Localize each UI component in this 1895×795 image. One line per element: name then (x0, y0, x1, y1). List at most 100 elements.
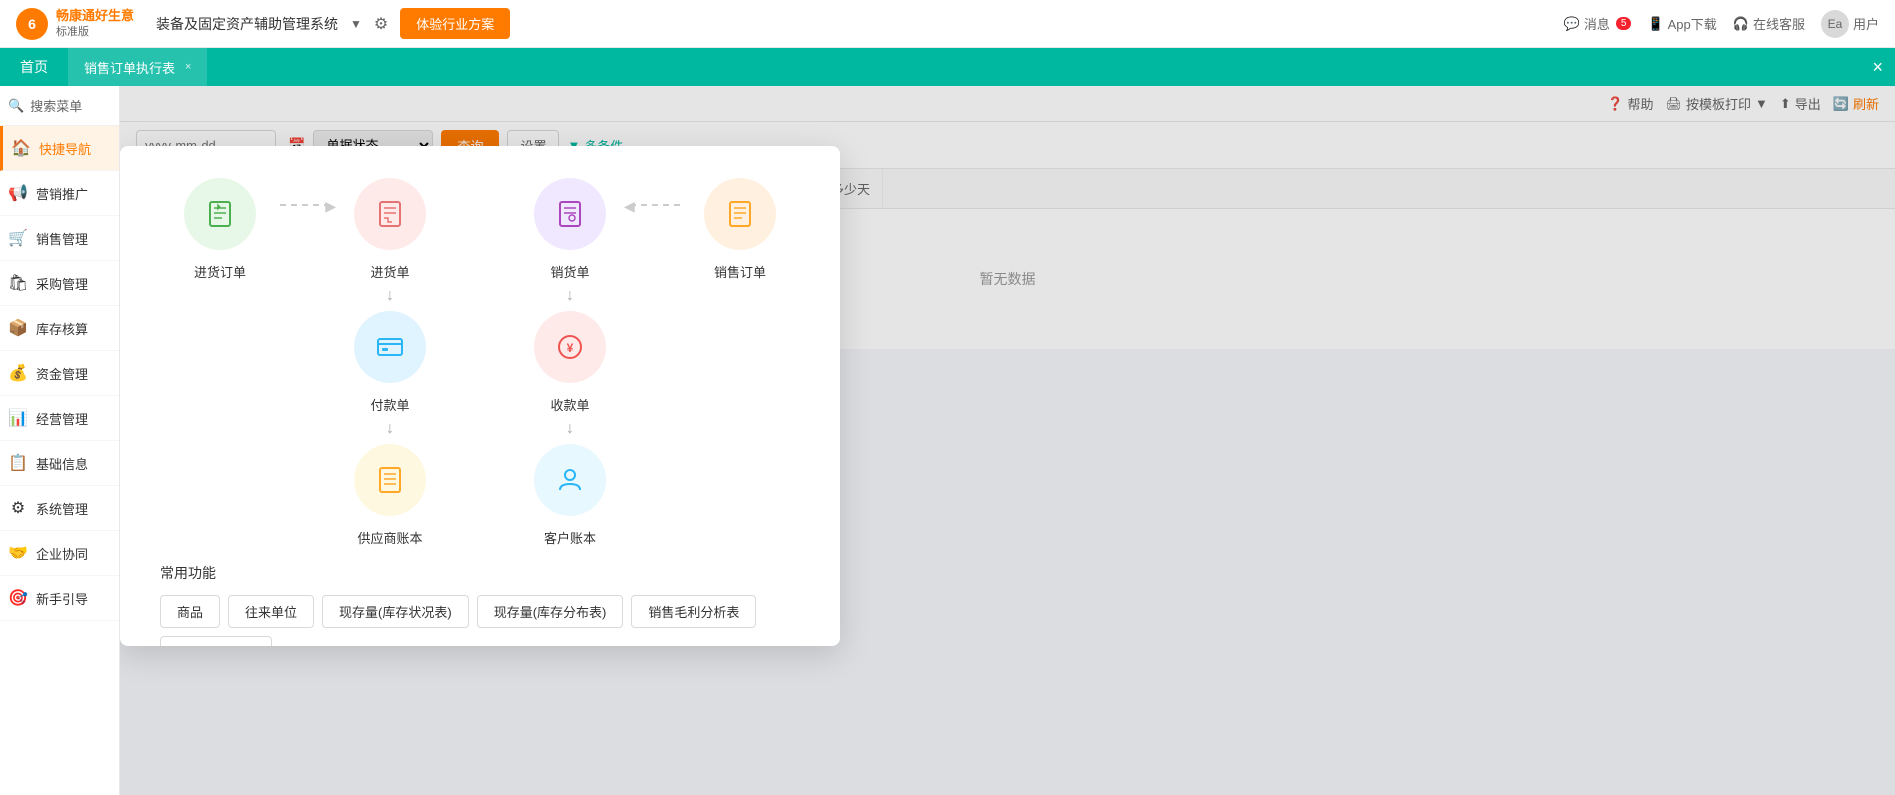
tab-home[interactable]: 首页 (0, 48, 68, 86)
sidebar-item-purchase[interactable]: 🛍 采购管理 (0, 261, 119, 306)
payment-bill-icon (372, 329, 408, 365)
settings-icon[interactable]: ⚙ (374, 14, 388, 34)
tab-bar: 首页 销售订单执行表 × × (0, 48, 1895, 86)
arrow-so-sb: ◀ (630, 178, 680, 206)
dashed-line-2: ◀ (630, 204, 680, 206)
user-menu[interactable]: Ea 用户 (1821, 10, 1879, 38)
service-icon: 🎧 (1733, 16, 1749, 32)
search-menu-label: 搜索菜单 (30, 96, 82, 115)
sales-order-label: 销售订单 (714, 262, 766, 281)
trial-button[interactable]: 体验行业方案 (400, 8, 510, 39)
purchase-bill-circle (354, 178, 426, 250)
func-btn-goods[interactable]: 商品 (160, 595, 220, 628)
flow-node-payment-bill[interactable]: 付款单 (330, 311, 450, 414)
func-buttons-row1: 商品 往来单位 现存量(库存状况表) 现存量(库存分布表) 销售毛利分析表 商品… (160, 595, 800, 646)
arrow-po-pb: ▶ (280, 178, 330, 206)
supplier-account-circle (354, 444, 426, 516)
basic-icon: 📋 (8, 453, 28, 473)
dashed-line-1: ▶ (280, 204, 330, 206)
sidebar-label-newbie: 新手引导 (36, 589, 88, 608)
supplier-account-label: 供应商账本 (357, 528, 422, 547)
sidebar-label-inventory: 库存核算 (36, 319, 88, 338)
sidebar-label-operations: 经营管理 (36, 409, 88, 428)
common-func-title: 常用功能 (160, 563, 800, 583)
app-download-label: App下载 (1668, 14, 1717, 33)
tab-bar-right: × (1872, 57, 1895, 78)
sidebar-label-quick-nav: 快捷导航 (39, 139, 91, 158)
receipt-bill-icon: ¥ (552, 329, 588, 365)
receipt-bill-circle: ¥ (534, 311, 606, 383)
sales-bill-label: 销货单 (550, 262, 589, 281)
flow-node-receipt-bill[interactable]: ¥ 收款单 (510, 311, 630, 414)
flow-node-purchase-bill[interactable]: 进货单 (330, 178, 450, 281)
app-download-button[interactable]: 📱 App下载 (1647, 14, 1716, 33)
quick-nav-modal: 进货订单 ▶ (120, 146, 840, 646)
message-button[interactable]: 💬 消息 5 (1564, 14, 1632, 33)
top-header: 6 畅康通好生意 标准版 装备及固定资产辅助管理系统 ▼ ⚙ 体验行业方案 💬 … (0, 0, 1895, 48)
func-btn-sales-gross[interactable]: 销售毛利分析表 (631, 595, 756, 628)
customer-account-label: 客户账本 (544, 528, 596, 547)
receipt-bill-label: 收款单 (550, 395, 589, 414)
func-btn-partners[interactable]: 往来单位 (228, 595, 314, 628)
arrow-left-1: ◀ (624, 198, 635, 215)
payment-bill-circle (354, 311, 426, 383)
online-service-button[interactable]: 🎧 在线客服 (1733, 14, 1805, 33)
sidebar-item-basic[interactable]: 📋 基础信息 (0, 441, 119, 486)
system-icon: ⚙ (8, 498, 28, 518)
flow-node-purchase-order[interactable]: 进货订单 (160, 178, 280, 281)
func-btn-stock-status[interactable]: 现存量(库存状况表) (322, 595, 469, 628)
flow-node-sales-bill[interactable]: 销货单 (510, 178, 630, 281)
sidebar-label-marketing: 营销推广 (36, 184, 88, 203)
message-label: 消息 (1584, 14, 1610, 33)
sidebar-item-enterprise[interactable]: 🤝 企业协同 (0, 531, 119, 576)
tab-sales-order-label: 销售订单执行表 (84, 58, 175, 77)
flow-col-purchase-order: 进货订单 (160, 178, 280, 281)
header-right: 💬 消息 5 📱 App下载 🎧 在线客服 Ea 用户 (1564, 10, 1879, 38)
sidebar-item-system[interactable]: ⚙ 系统管理 (0, 486, 119, 531)
avatar: Ea (1821, 10, 1849, 38)
sidebar-item-newbie[interactable]: 🎯 新手引导 (0, 576, 119, 621)
close-all-button[interactable]: × (1872, 57, 1883, 78)
flow-col-sales-bill: 销货单 ↓ ¥ (510, 178, 630, 547)
arrow-right-1: ▶ (325, 198, 336, 215)
sales-order-icon (722, 196, 758, 232)
brand-version: 标准版 (56, 25, 134, 39)
sidebar-item-quick-nav[interactable]: 🏠 快捷导航 (0, 126, 119, 171)
logo-icon: 6 (16, 8, 48, 40)
sidebar-label-sales: 销售管理 (36, 229, 88, 248)
tab-home-label: 首页 (20, 57, 48, 77)
common-functions: 常用功能 商品 往来单位 现存量(库存状况表) 现存量(库存分布表) 销售毛利分… (160, 563, 800, 646)
arrow-down-pay: ↓ (386, 414, 394, 444)
search-icon: 🔍 (8, 98, 24, 114)
func-btn-goods-gross[interactable]: 商品毛利分析 (160, 636, 272, 646)
content-area: ❓ 帮助 🖨 按模板打印 ▼ ⬆ 导出 🔄 刷新 📅 单据状态 (120, 86, 1895, 795)
sidebar-item-finance[interactable]: 💰 资金管理 (0, 351, 119, 396)
purchase-bill-icon (372, 196, 408, 232)
purchase-icon: 🛍 (8, 273, 28, 293)
system-dropdown-button[interactable]: ▼ (350, 17, 362, 31)
search-menu-button[interactable]: 🔍 搜索菜单 (0, 86, 119, 126)
online-service-label: 在线客服 (1753, 14, 1805, 33)
flow-node-customer-account[interactable]: 客户账本 (510, 444, 630, 547)
sales-icon: 🛒 (8, 228, 28, 248)
sales-bill-icon (552, 196, 588, 232)
sidebar-item-marketing[interactable]: 📢 营销推广 (0, 171, 119, 216)
sidebar-label-enterprise: 企业协同 (36, 544, 88, 563)
supplier-account-icon (372, 462, 408, 498)
system-title: 装备及固定资产辅助管理系统 (156, 14, 338, 34)
newbie-icon: 🎯 (8, 588, 28, 608)
user-label: 用户 (1853, 14, 1879, 33)
flow-col-sales-order: 销售订单 (680, 178, 800, 281)
sidebar-item-inventory[interactable]: 📦 库存核算 (0, 306, 119, 351)
sidebar-item-operations[interactable]: 📊 经营管理 (0, 396, 119, 441)
message-badge: 5 (1616, 17, 1632, 30)
tab-sales-order[interactable]: 销售订单执行表 × (68, 48, 207, 86)
operations-icon: 📊 (8, 408, 28, 428)
svg-text:¥: ¥ (567, 341, 574, 355)
flow-node-sales-order[interactable]: 销售订单 (680, 178, 800, 281)
func-btn-stock-dist[interactable]: 现存量(库存分布表) (477, 595, 624, 628)
tab-close-icon[interactable]: × (185, 61, 191, 73)
finance-icon: 💰 (8, 363, 28, 383)
sidebar-item-sales[interactable]: 🛒 销售管理 (0, 216, 119, 261)
flow-node-supplier-account[interactable]: 供应商账本 (330, 444, 450, 547)
